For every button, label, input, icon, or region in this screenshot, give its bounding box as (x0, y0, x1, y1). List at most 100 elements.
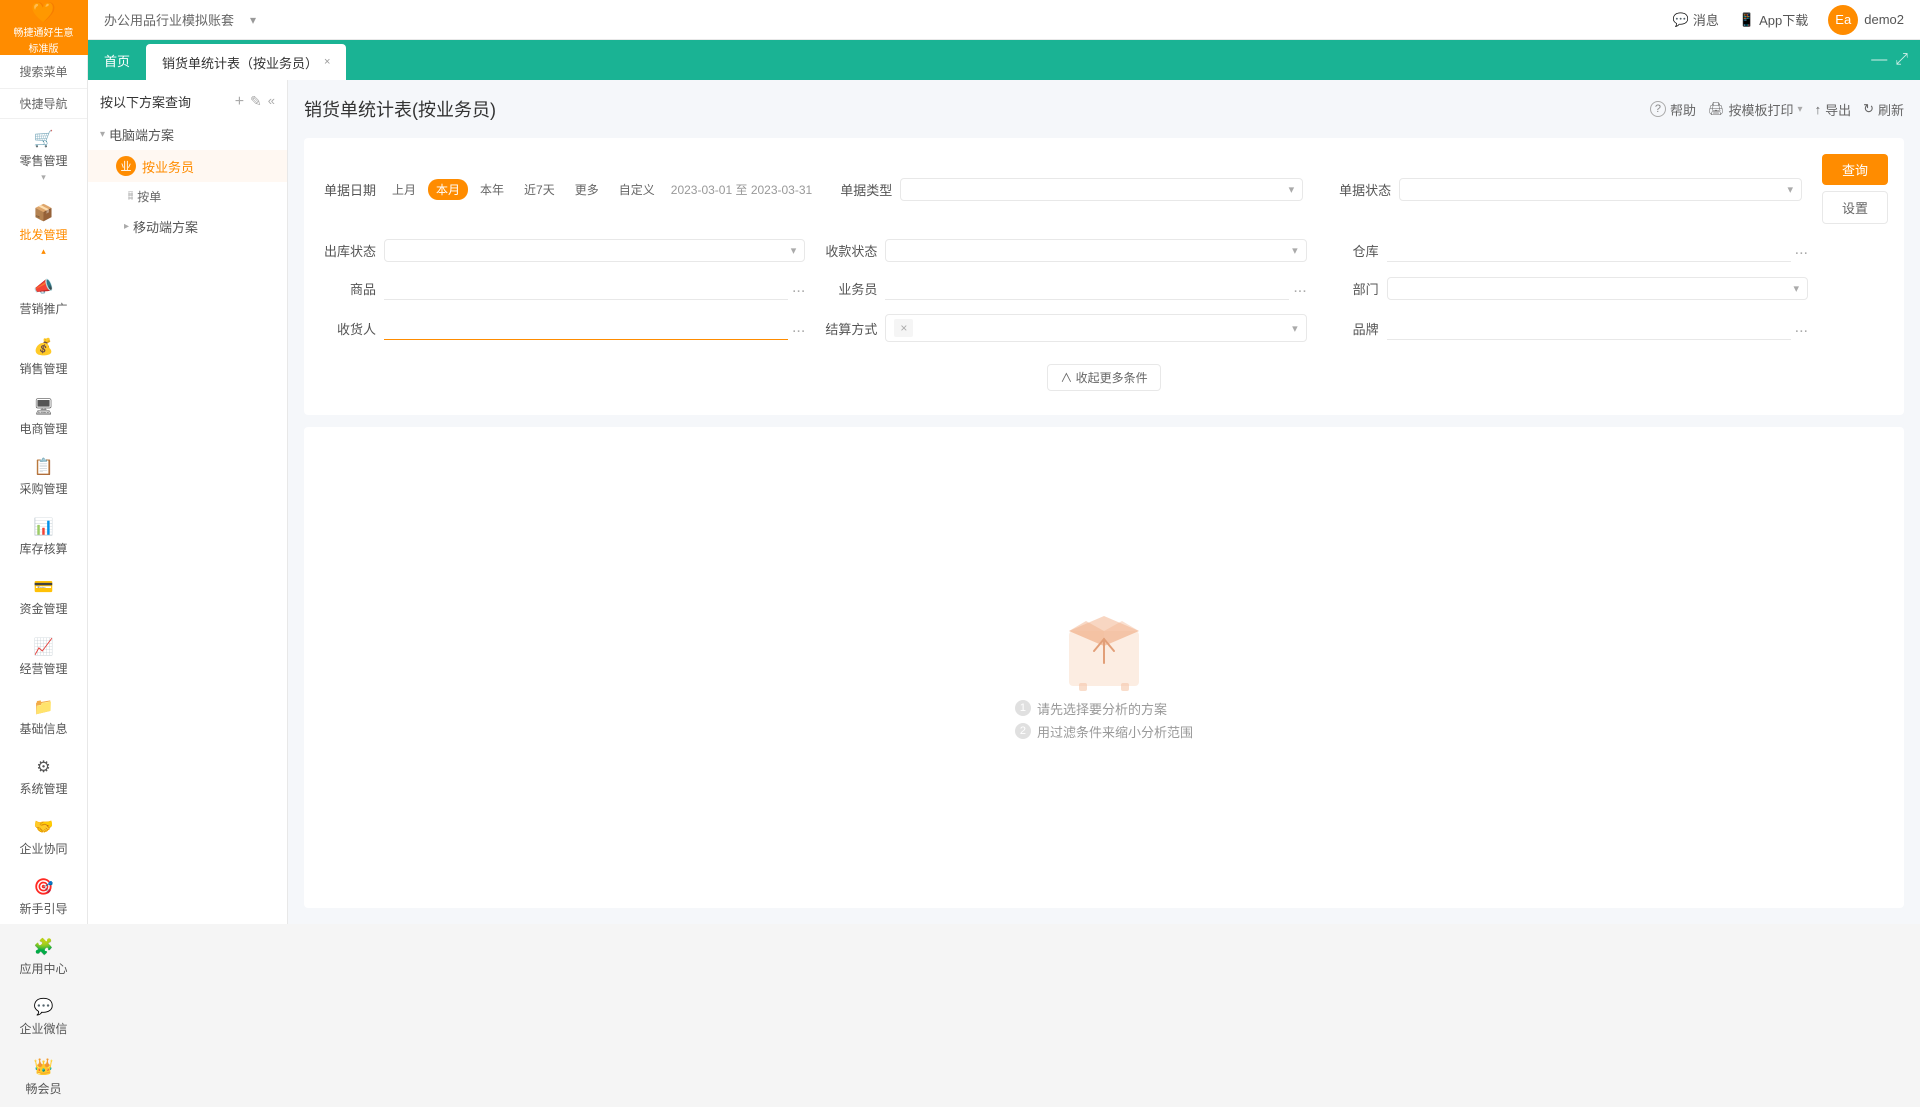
date-opt-custom[interactable]: 自定义 (611, 179, 663, 200)
refresh-btn[interactable]: ↻ 刷新 (1863, 100, 1904, 119)
date-opt-more[interactable]: 更多 (567, 179, 607, 200)
sidebar-item-operations[interactable]: 📈 经营管理 (0, 627, 87, 687)
goods-label: 商品 (320, 279, 376, 298)
filter-warehouse: 仓库 ... (1323, 238, 1808, 262)
goods-input[interactable] (384, 276, 788, 300)
collapse-panel-icon[interactable]: « (268, 93, 275, 111)
date-opt-lastmonth[interactable]: 上月 (384, 179, 424, 200)
help-btn[interactable]: ? 帮助 (1650, 100, 1696, 119)
sidebar-item-collab[interactable]: 🤝 企业协同 (0, 807, 87, 867)
doc-type-arrow-icon: ▾ (1289, 183, 1295, 196)
receiver-label: 收货人 (320, 319, 376, 338)
print-label: 按模板打印 (1729, 100, 1794, 119)
out-status-select[interactable]: ▾ (384, 239, 805, 262)
doc-status-arrow-icon: ▾ (1787, 183, 1793, 196)
sidebar-quicknav[interactable]: 快捷导航 (0, 89, 87, 119)
tree-group-mobile-header[interactable]: ▸ 移动端方案 (88, 211, 287, 242)
doc-type-select[interactable]: ▾ (900, 178, 1303, 201)
sidebar-item-system[interactable]: ⚙ 系统管理 (0, 747, 87, 807)
tab-home[interactable]: 首页 (88, 40, 146, 80)
settlement-select[interactable]: × ▾ (885, 314, 1306, 342)
settlement-tag-close[interactable]: × (900, 321, 907, 335)
dept-arrow-icon: ▾ (1793, 282, 1799, 295)
sidebar-item-finance[interactable]: 💳 资金管理 (0, 567, 87, 627)
sidebar-search[interactable]: 搜索菜单 (0, 55, 87, 89)
sidebar-item-ecommerce[interactable]: 🖥 电商管理 (0, 387, 87, 447)
query-button[interactable]: 查询 (1822, 154, 1888, 185)
tab-maximize-icon[interactable]: ⤢ (1895, 51, 1908, 69)
date-opt-thismonth[interactable]: 本月 (428, 179, 468, 200)
dept-select[interactable]: ▾ (1387, 277, 1808, 300)
setting-button[interactable]: 设置 (1822, 191, 1888, 224)
sales-icon: 💰 (34, 337, 54, 357)
sidebar-item-wholesale[interactable]: 📦 批发管理 ▴ (0, 193, 87, 267)
export-label: 导出 (1825, 100, 1851, 119)
receive-status-select[interactable]: ▾ (885, 239, 1306, 262)
sidebar-item-sales[interactable]: 💰 销售管理 (0, 327, 87, 387)
sidebar-item-member-label: 畅会员 (25, 1080, 61, 1097)
topbar-arrow-icon[interactable]: ▾ (250, 13, 256, 27)
sidebar-item-purchase[interactable]: 📋 采购管理 (0, 447, 87, 507)
wholesale-icon: 📦 (34, 203, 54, 223)
salesperson-input[interactable] (885, 276, 1289, 300)
collab-icon: 🤝 (34, 817, 54, 837)
message-label: 消息 (1693, 10, 1719, 29)
sidebar-item-retail[interactable]: 🛒 零售管理 ▾ (0, 119, 87, 193)
filter-doc-type: 单据类型 ▾ (836, 178, 1311, 201)
warehouse-dots-icon[interactable]: ... (1795, 241, 1808, 259)
date-options: 上月 本月 本年 近7天 更多 自定义 (384, 179, 663, 200)
doc-status-select[interactable]: ▾ (1399, 178, 1802, 201)
dept-label: 部门 (1323, 279, 1379, 298)
sidebar-item-enterprise[interactable]: 💬 企业微信 (0, 987, 87, 1047)
print-btn[interactable]: 🖨 按模板打印 ▾ (1708, 100, 1803, 119)
operations-icon: 📈 (34, 637, 54, 657)
appdownload-btn[interactable]: 📱 App下载 (1739, 10, 1808, 29)
filter-out-status: 出库状态 ▾ (320, 239, 805, 262)
date-opt-7days[interactable]: 近7天 (516, 179, 563, 200)
tab-close-icon[interactable]: × (324, 56, 330, 68)
page-header: 销货单统计表(按业务员) ? 帮助 🖨 按模板打印 ▾ ↑ 导出 (304, 96, 1904, 122)
filter-row-3: 商品 ... 业务员 ... 部门 ▾ (320, 276, 1888, 300)
active-tab-label: 销货单统计表（按业务员） (162, 53, 318, 72)
print-icon: 🖨 (1708, 101, 1725, 117)
brand-label: 品牌 (1323, 319, 1379, 338)
tree-item-by-order[interactable]: 𝄝 按单 (88, 182, 287, 211)
avatar: Ea (1828, 5, 1858, 35)
sidebar-item-member[interactable]: 👑 畅会员 (0, 1047, 87, 1107)
refresh-icon: ↻ (1863, 101, 1874, 117)
receiver-input[interactable] (384, 316, 788, 340)
logo-text: 畅捷通好生意 (14, 27, 74, 40)
message-btn[interactable]: 💬 消息 (1673, 10, 1719, 29)
tree-item-by-sales[interactable]: 业 按业务员 (88, 150, 287, 182)
user-menu[interactable]: Ea demo2 (1828, 5, 1904, 35)
date-opt-thisyear[interactable]: 本年 (472, 179, 512, 200)
marketing-icon: 📣 (34, 277, 54, 297)
brand-dots-icon[interactable]: ... (1795, 319, 1808, 337)
salesperson-dots-icon[interactable]: ... (1293, 279, 1306, 297)
collapse-filters-btn[interactable]: ∧ 收起更多条件 (1047, 364, 1160, 391)
sidebar-item-inventory[interactable]: 📊 库存核算 (0, 507, 87, 567)
export-icon: ↑ (1815, 102, 1822, 117)
sidebar-item-basic[interactable]: 📁 基础信息 (0, 687, 87, 747)
tab-minimize-icon[interactable]: — (1871, 51, 1887, 69)
sidebar-item-newbie-label: 新手引导 (19, 900, 67, 917)
settlement-arrow-icon: ▾ (1292, 322, 1298, 335)
sidebar-item-newbie[interactable]: 🎯 新手引导 (0, 867, 87, 927)
tree-group-desktop-header[interactable]: ▾ 电脑端方案 (88, 119, 287, 150)
export-btn[interactable]: ↑ 导出 (1815, 100, 1852, 119)
brand-input[interactable] (1387, 316, 1791, 340)
sidebar-item-appstore[interactable]: 🧩 应用中心 (0, 927, 87, 987)
tab-sales-stats[interactable]: 销货单统计表（按业务员） × (146, 44, 346, 80)
help-icon: ? (1650, 101, 1666, 117)
warehouse-input[interactable] (1387, 238, 1791, 262)
receiver-dots-icon[interactable]: ... (792, 319, 805, 337)
topbar-title: 办公用品行业模拟账套 (104, 10, 234, 29)
empty-state: 1 请先选择要分析的方案 2 用过滤条件来缩小分析范围 (304, 427, 1904, 908)
main-area: 办公用品行业模拟账套 ▾ 💬 消息 📱 App下载 Ea demo2 首页 销货… (88, 0, 1920, 924)
edit-scheme-icon[interactable]: ✎ (250, 93, 262, 111)
sidebar-item-system-label: 系统管理 (19, 780, 67, 797)
by-sales-label: 按业务员 (142, 157, 194, 176)
goods-dots-icon[interactable]: ... (792, 279, 805, 297)
add-scheme-icon[interactable]: + (235, 93, 244, 111)
sidebar-item-marketing[interactable]: 📣 营销推广 (0, 267, 87, 327)
